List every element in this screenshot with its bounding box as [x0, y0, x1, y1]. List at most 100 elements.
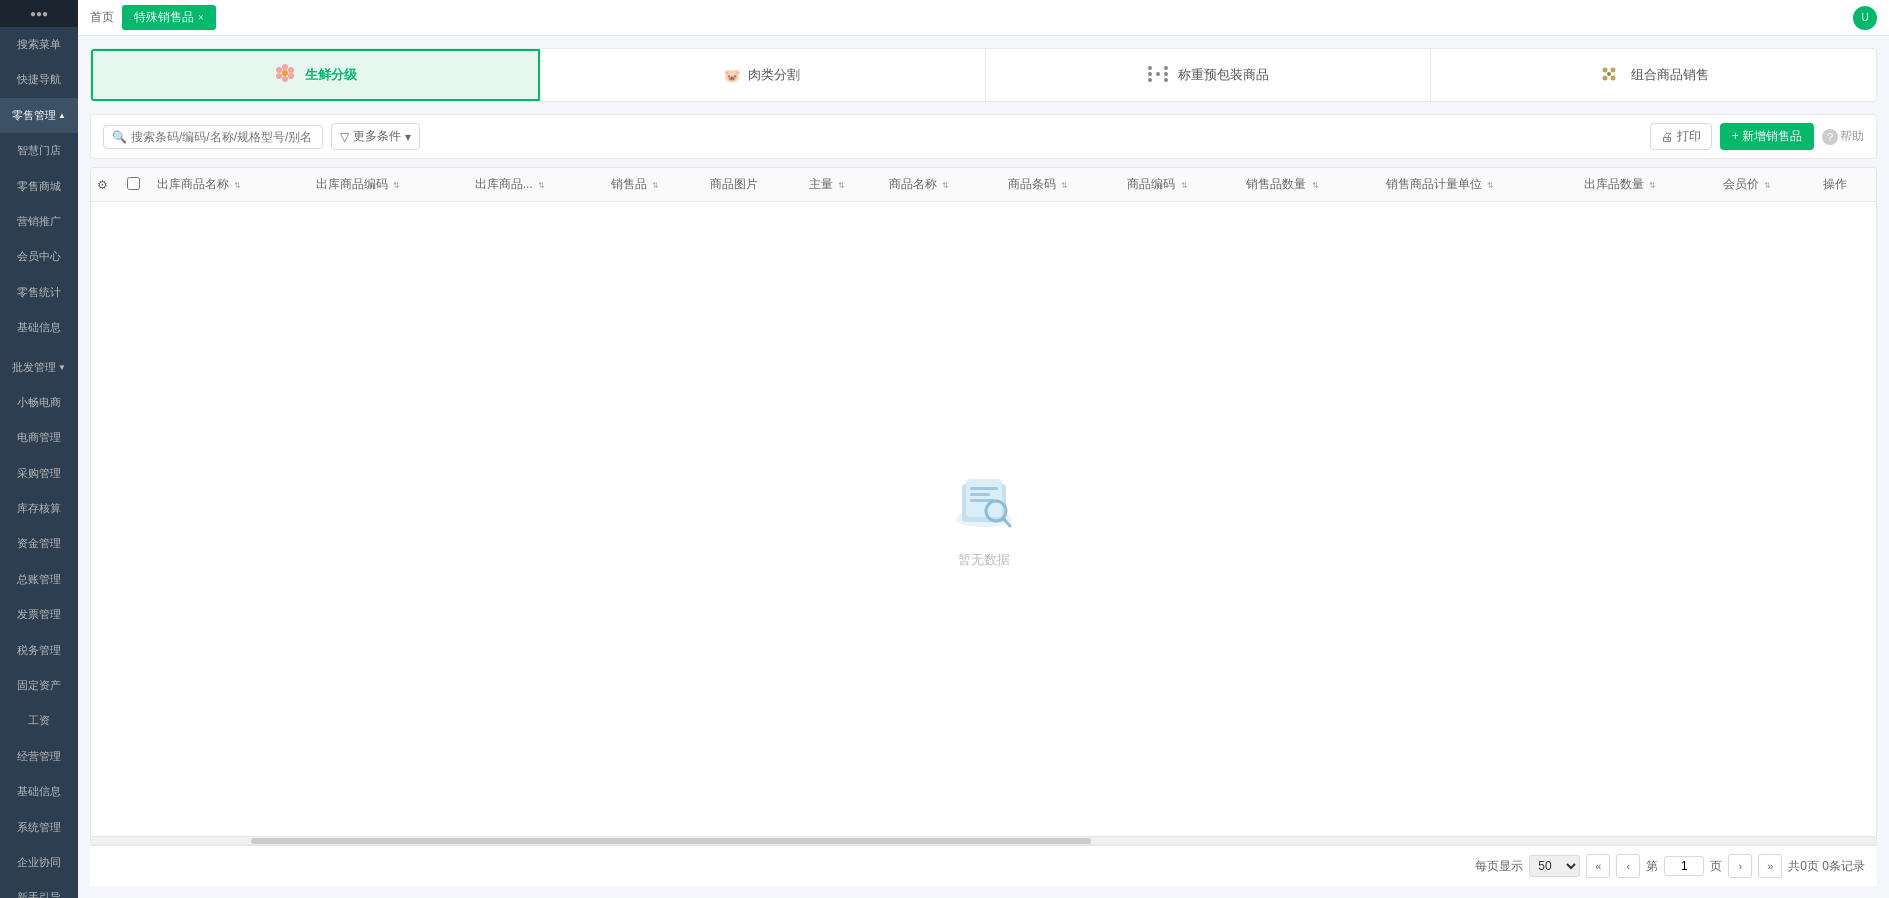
sidebar-item-ecom-mgmt[interactable]: 电商管理 [0, 420, 78, 455]
svg-point-13 [1164, 78, 1168, 82]
sort-icon: ⇅ [538, 181, 545, 190]
add-product-button[interactable]: + 新增销售品 [1720, 123, 1814, 150]
product-type-tabs: 生鲜分级 🐷 肉类分割 称重预包 [90, 48, 1877, 102]
sidebar-item-label: 税务管理 [4, 643, 74, 658]
sidebar-item-inventory[interactable]: 库存核算 [0, 491, 78, 526]
sidebar-item-ledger-mgmt[interactable]: 总账管理 [0, 562, 78, 597]
sidebar-item-enterprise[interactable]: 企业协同 [0, 845, 78, 880]
combo-sales-icon [1599, 64, 1623, 87]
th-out-name-label: 出库商品名称 [157, 177, 229, 191]
th-action-label: 操作 [1823, 177, 1847, 191]
svg-point-6 [288, 73, 294, 79]
sidebar-item-retail-stats[interactable]: 零售统计 [0, 275, 78, 310]
prev-page-button[interactable]: ‹ [1616, 854, 1640, 878]
active-tab[interactable]: 特殊销售品 × [122, 5, 216, 30]
page-label-prefix: 第 [1646, 858, 1658, 875]
sort-icon: ⇅ [1312, 181, 1319, 190]
next-page-button[interactable]: › [1728, 854, 1752, 878]
sidebar-item-fixed-assets[interactable]: 固定资产 [0, 668, 78, 703]
per-page-select[interactable]: 50 10 20 100 [1529, 855, 1580, 877]
th-product-code[interactable]: 商品编码 ⇅ [1121, 168, 1240, 202]
svg-point-8 [1156, 72, 1160, 76]
th-sale-qty[interactable]: 销售品数量 ⇅ [1240, 168, 1379, 202]
settings-icon: ⚙ [97, 178, 108, 192]
sidebar-item-finance-mgmt[interactable]: 资金管理 [0, 526, 78, 561]
sidebar-item-ops-mgmt[interactable]: 经营管理 [0, 739, 78, 774]
th-product-name[interactable]: 商品名称 ⇅ [883, 168, 1002, 202]
th-out-spec[interactable]: 出库商品... ⇅ [469, 168, 605, 202]
th-out-code[interactable]: 出库商品编码 ⇅ [310, 168, 469, 202]
page-label-suffix: 页 [1710, 858, 1722, 875]
th-sale-item-label: 销售品 [611, 177, 647, 191]
sidebar-item-smart-store[interactable]: 智慧门店 [0, 133, 78, 168]
filter-button[interactable]: ▽ 更多条件 ▾ [331, 123, 420, 150]
app-logo: ●●● [0, 0, 78, 27]
sidebar-item-invoice-mgmt[interactable]: 发票管理 [0, 597, 78, 632]
search-box[interactable]: 🔍 [103, 125, 323, 149]
th-out-name[interactable]: 出库商品名称 ⇅ [151, 168, 310, 202]
th-settings[interactable]: ⚙ [91, 168, 121, 202]
th-member-price[interactable]: 会员价 ⇅ [1717, 168, 1817, 202]
th-out-spec-label: 出库商品... [475, 177, 533, 191]
svg-point-12 [1148, 78, 1152, 82]
help-button[interactable]: ? 帮助 [1822, 128, 1864, 145]
sidebar-item-label: 批发管理 [12, 360, 56, 375]
sort-icon: ⇅ [1061, 181, 1068, 190]
sidebar-item-member-center[interactable]: 会员中心 [0, 239, 78, 274]
sidebar-item-basic-info2[interactable]: 基础信息 [0, 774, 78, 809]
sidebar-item-quick-nav[interactable]: 快捷导航 [0, 62, 78, 97]
tab-combo-sales[interactable]: 组合商品销售 [1431, 49, 1876, 101]
user-avatar[interactable]: U [1853, 6, 1877, 30]
last-page-button[interactable]: » [1758, 854, 1782, 878]
sidebar-item-label: 基础信息 [4, 320, 74, 335]
sidebar-item-mini-ecom[interactable]: 小畅电商 [0, 385, 78, 420]
sidebar-item-search-menu[interactable]: 搜索菜单 [0, 27, 78, 62]
sidebar-item-wholesale-mgmt[interactable]: 批发管理 ▼ [0, 350, 78, 385]
sidebar-item-label: 总账管理 [4, 572, 74, 587]
th-barcode[interactable]: 商品条码 ⇅ [1002, 168, 1121, 202]
current-page-input[interactable] [1664, 856, 1704, 876]
chevron-down-icon: ▼ [58, 362, 66, 373]
main-area: 首页 特殊销售品 × U [78, 0, 1889, 898]
sidebar-item-label: 企业协同 [4, 855, 74, 870]
sidebar-item-label: 经营管理 [4, 749, 74, 764]
th-weight[interactable]: 主量 ⇅ [803, 168, 883, 202]
sort-icon: ⇅ [1764, 181, 1771, 190]
close-icon[interactable]: × [198, 12, 204, 23]
sort-icon: ⇅ [234, 181, 241, 190]
print-button[interactable]: 🖨 打印 [1650, 123, 1712, 150]
sidebar-item-retail-mgmt[interactable]: 零售管理 ▲ [0, 98, 78, 133]
sidebar-item-sales-promo[interactable]: 营销推广 [0, 204, 78, 239]
th-action: 操作 [1817, 168, 1876, 202]
select-all-checkbox[interactable] [127, 177, 140, 190]
tab-fresh-grade[interactable]: 生鲜分级 [91, 49, 540, 101]
svg-point-1 [282, 64, 288, 70]
search-input[interactable] [131, 130, 311, 144]
th-weight-label: 主量 [809, 177, 833, 191]
sidebar-item-sys-mgmt[interactable]: 系统管理 [0, 810, 78, 845]
svg-point-14 [1602, 67, 1607, 72]
first-page-button[interactable]: « [1586, 854, 1610, 878]
sort-icon: ⇅ [1181, 181, 1188, 190]
sidebar-item-wages[interactable]: 工资 [0, 703, 78, 738]
tab-weight-pkg[interactable]: 称重预包装商品 [986, 49, 1432, 101]
th-sale-item[interactable]: 销售品 ⇅ [605, 168, 705, 202]
tab-meat-cut[interactable]: 🐷 肉类分割 [540, 49, 986, 101]
scrollbar-thumb[interactable] [251, 838, 1091, 844]
sidebar-item-label: 会员中心 [4, 249, 74, 264]
sidebar-item-basic-info1[interactable]: 基础信息 [0, 310, 78, 345]
topbar: 首页 特殊销售品 × U [78, 0, 1889, 36]
sidebar-item-tax-mgmt[interactable]: 税务管理 [0, 633, 78, 668]
sidebar-item-new-guide[interactable]: 新手引导 [0, 880, 78, 898]
filter-arrow-icon: ▾ [405, 130, 411, 144]
topbar-right: U [1853, 6, 1877, 30]
th-out-qty[interactable]: 出库品数量 ⇅ [1578, 168, 1717, 202]
home-breadcrumb[interactable]: 首页 [90, 9, 114, 26]
sidebar-item-label: 库存核算 [4, 501, 74, 516]
horizontal-scrollbar[interactable] [91, 836, 1876, 844]
sidebar-item-retail-mall[interactable]: 零售商城 [0, 169, 78, 204]
sidebar-item-purchase-mgmt[interactable]: 采购管理 [0, 456, 78, 491]
th-sale-unit[interactable]: 销售商品计量单位 ⇅ [1380, 168, 1578, 202]
th-checkbox[interactable] [121, 168, 151, 202]
svg-rect-21 [966, 479, 1002, 517]
